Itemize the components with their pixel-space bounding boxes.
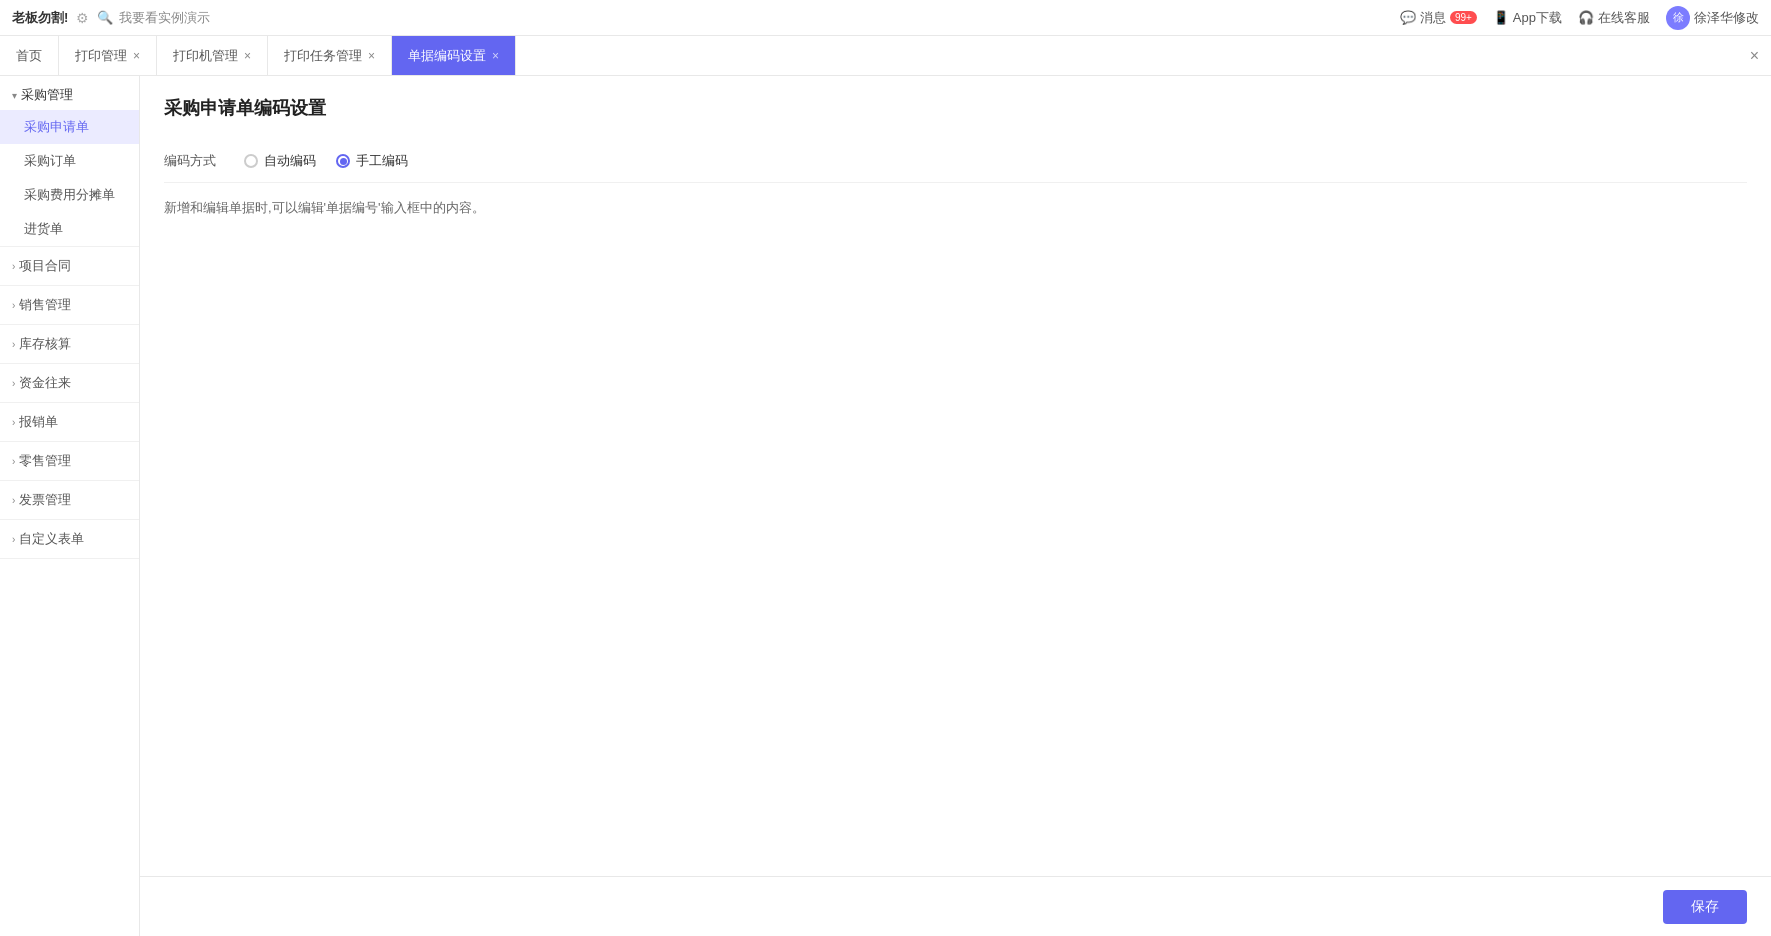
chevron-right-icon: › — [12, 495, 15, 506]
sidebar-group-invoice-label[interactable]: › 发票管理 — [0, 481, 139, 519]
radio-auto[interactable]: 自动编码 — [244, 152, 316, 170]
user-profile[interactable]: 徐 徐泽华修改 — [1666, 6, 1759, 30]
encoding-label: 编码方式 — [164, 152, 224, 170]
brand-name: 老板勿割! — [12, 9, 68, 27]
page-title: 采购申请单编码设置 — [164, 96, 1747, 120]
service-icon: 🎧 — [1578, 10, 1594, 25]
sidebar-group-purchase: ▾ 采购管理 采购申请单 采购订单 采购费用分摊单 进货单 — [0, 76, 139, 247]
search-icon: 🔍 — [97, 10, 113, 25]
sidebar: ▾ 采购管理 采购申请单 采购订单 采购费用分摊单 进货单 › 项目合同 — [0, 76, 140, 936]
content-area: 采购申请单编码设置 编码方式 自动编码 手工编码 新增和编辑单据时,可以编辑'单… — [140, 76, 1771, 936]
sidebar-group-custom-forms-label[interactable]: › 自定义表单 — [0, 520, 139, 558]
chevron-right-icon: › — [12, 339, 15, 350]
search-bar[interactable]: 🔍 我要看实例演示 — [97, 9, 210, 27]
chevron-down-icon: ▾ — [12, 90, 17, 101]
tab-barcode-setting-close[interactable]: × — [492, 49, 499, 63]
radio-auto-circle — [244, 154, 258, 168]
top-bar: 老板勿割! ⚙ 🔍 我要看实例演示 💬 消息 99+ 📱 App下载 🎧 在线客… — [0, 0, 1771, 36]
tab-print-task[interactable]: 打印任务管理 × — [268, 36, 392, 75]
tab-print-mgmt-close[interactable]: × — [133, 49, 140, 63]
sidebar-item-stock-in[interactable]: 进货单 — [0, 212, 139, 246]
sidebar-group-inventory-label[interactable]: › 库存核算 — [0, 325, 139, 363]
sidebar-group-sales-label[interactable]: › 销售管理 — [0, 286, 139, 324]
sidebar-group-returns-label[interactable]: › 报销单 — [0, 403, 139, 441]
messages-button[interactable]: 💬 消息 99+ — [1400, 9, 1477, 27]
sidebar-group-retail-label[interactable]: › 零售管理 — [0, 442, 139, 480]
tab-home[interactable]: 首页 — [0, 36, 59, 75]
sidebar-group-project: › 项目合同 — [0, 247, 139, 286]
avatar: 徐 — [1666, 6, 1690, 30]
sidebar-group-sales: › 销售管理 — [0, 286, 139, 325]
user-name: 徐泽华修改 — [1694, 9, 1759, 27]
top-bar-right: 💬 消息 99+ 📱 App下载 🎧 在线客服 徐 徐泽华修改 — [1400, 6, 1759, 30]
sidebar-group-invoice: › 发票管理 — [0, 481, 139, 520]
online-service-button[interactable]: 🎧 在线客服 — [1578, 9, 1650, 27]
chevron-right-icon: › — [12, 417, 15, 428]
app-download-label: App下载 — [1513, 9, 1562, 27]
tab-barcode-setting[interactable]: 单据编码设置 × — [392, 36, 516, 75]
chevron-right-icon: › — [12, 300, 15, 311]
sidebar-group-returns: › 报销单 — [0, 403, 139, 442]
encoding-row: 编码方式 自动编码 手工编码 — [164, 140, 1747, 183]
chevron-right-icon: › — [12, 378, 15, 389]
sidebar-group-inventory: › 库存核算 — [0, 325, 139, 364]
messages-badge: 99+ — [1450, 11, 1477, 24]
online-service-label: 在线客服 — [1598, 9, 1650, 27]
content-inner: 采购申请单编码设置 编码方式 自动编码 手工编码 新增和编辑单据时,可以编辑'单… — [140, 76, 1771, 876]
sidebar-item-purchase-expense[interactable]: 采购费用分摊单 — [0, 178, 139, 212]
setting-card: 编码方式 自动编码 手工编码 新增和编辑单据时,可以编辑'单据编号'输入框中的内… — [164, 140, 1747, 217]
sidebar-group-project-label[interactable]: › 项目合同 — [0, 247, 139, 285]
radio-manual[interactable]: 手工编码 — [336, 152, 408, 170]
chevron-right-icon: › — [12, 534, 15, 545]
tab-barcode-setting-label: 单据编码设置 — [408, 47, 486, 65]
tab-print-mgmt-label: 打印管理 — [75, 47, 127, 65]
top-bar-left: 老板勿割! ⚙ 🔍 我要看实例演示 — [12, 9, 210, 27]
save-button[interactable]: 保存 — [1663, 890, 1747, 924]
radio-manual-circle — [336, 154, 350, 168]
tab-bar-close-all[interactable]: × — [1738, 36, 1771, 75]
tab-home-label: 首页 — [16, 47, 42, 65]
sidebar-group-retail: › 零售管理 — [0, 442, 139, 481]
tab-print-task-label: 打印任务管理 — [284, 47, 362, 65]
app-download-button[interactable]: 📱 App下载 — [1493, 9, 1562, 27]
sidebar-group-custom-forms: › 自定义表单 — [0, 520, 139, 559]
chevron-right-icon: › — [12, 261, 15, 272]
download-icon: 📱 — [1493, 10, 1509, 25]
hint-text: 新增和编辑单据时,可以编辑'单据编号'输入框中的内容。 — [164, 199, 1747, 217]
sidebar-group-funds-label[interactable]: › 资金往来 — [0, 364, 139, 402]
tab-print-mgmt[interactable]: 打印管理 × — [59, 36, 157, 75]
sidebar-item-purchase-order[interactable]: 采购订单 — [0, 144, 139, 178]
search-text: 我要看实例演示 — [119, 9, 210, 27]
bottom-bar: 保存 — [140, 876, 1771, 936]
tab-printer-mgmt-label: 打印机管理 — [173, 47, 238, 65]
messages-label: 消息 — [1420, 9, 1446, 27]
sidebar-group-funds: › 资金往来 — [0, 364, 139, 403]
sidebar-group-purchase-text: 采购管理 — [21, 86, 73, 104]
sidebar-item-purchase-req[interactable]: 采购申请单 — [0, 110, 139, 144]
main-layout: ▾ 采购管理 采购申请单 采购订单 采购费用分摊单 进货单 › 项目合同 — [0, 76, 1771, 936]
message-icon: 💬 — [1400, 10, 1416, 25]
tab-printer-mgmt[interactable]: 打印机管理 × — [157, 36, 268, 75]
tab-bar: 首页 打印管理 × 打印机管理 × 打印任务管理 × 单据编码设置 × × — [0, 36, 1771, 76]
tab-print-task-close[interactable]: × — [368, 49, 375, 63]
chevron-right-icon: › — [12, 456, 15, 467]
settings-icon[interactable]: ⚙ — [76, 10, 89, 26]
tab-printer-mgmt-close[interactable]: × — [244, 49, 251, 63]
radio-manual-label: 手工编码 — [356, 152, 408, 170]
radio-auto-label: 自动编码 — [264, 152, 316, 170]
sidebar-group-purchase-label[interactable]: ▾ 采购管理 — [0, 76, 139, 110]
